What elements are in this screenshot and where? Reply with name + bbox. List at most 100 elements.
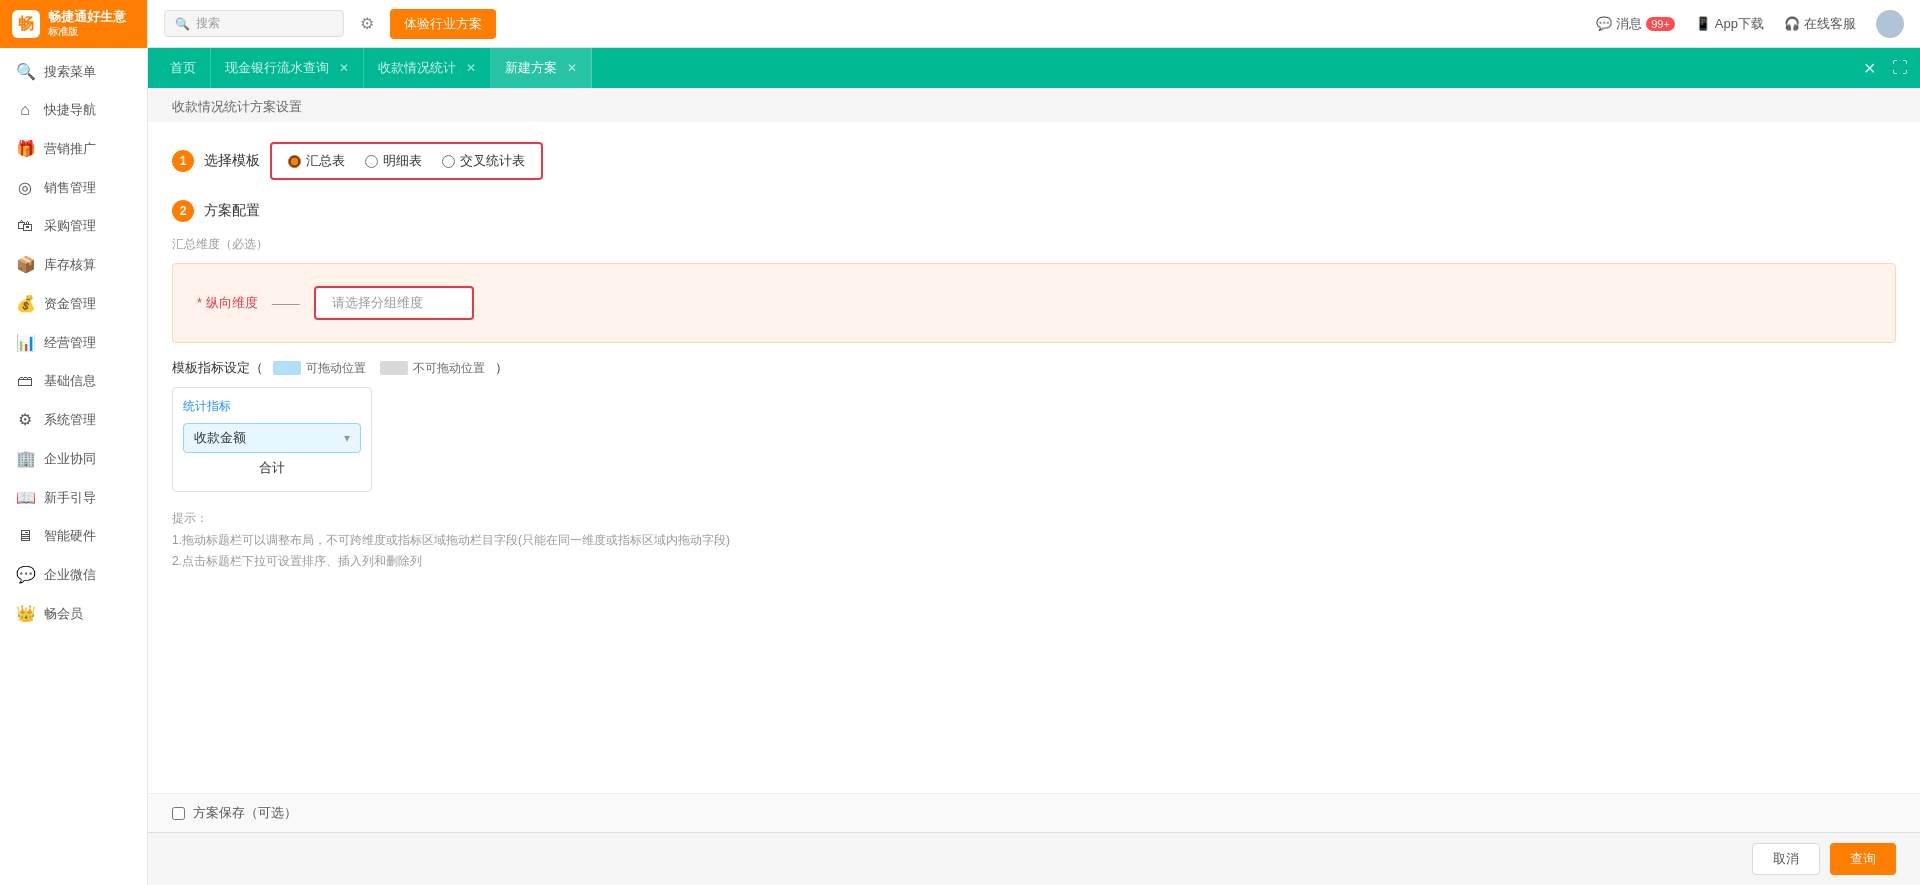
sidebar-item-hardware[interactable]: 🖥 智能硬件 xyxy=(0,517,147,555)
tab-close-all-button[interactable]: ✕ xyxy=(1859,55,1880,82)
dimension-arrow: —— xyxy=(272,295,300,311)
sidebar-item-search-menu[interactable]: 🔍 搜索菜单 xyxy=(0,52,147,91)
tab-collection-stat[interactable]: 收款情况统计 ✕ xyxy=(364,48,491,88)
page-content: 1 选择模板 汇总表 明细表 交叉统计表 xyxy=(148,122,1920,793)
legend-not-draggable: 不可拖动位置 xyxy=(380,360,485,377)
metrics-header-title: 模板指标设定（ xyxy=(172,359,263,377)
hardware-icon: 🖥 xyxy=(16,527,34,545)
step1-header: 1 选择模板 汇总表 明细表 交叉统计表 xyxy=(172,142,1896,180)
sidebar-item-purchase[interactable]: 🛍 采购管理 xyxy=(0,207,147,245)
enterprise-icon: 🏢 xyxy=(16,449,34,468)
save-label: 方案保存（可选） xyxy=(193,804,297,822)
app-download-icon: 📱 xyxy=(1695,16,1711,31)
save-option: 方案保存（可选） xyxy=(148,793,1920,832)
basic-info-icon: 🗃 xyxy=(16,372,34,390)
operation-icon: 📊 xyxy=(16,333,34,352)
dimension-input[interactable]: 请选择分组维度 xyxy=(314,286,474,320)
metrics-section: 模板指标设定（ 可拖动位置 不可拖动位置 ） xyxy=(172,359,1896,492)
drag-legend-box xyxy=(273,361,301,375)
sidebar-item-guide[interactable]: 📖 新手引导 xyxy=(0,478,147,517)
message-badge: 99+ xyxy=(1646,17,1675,31)
template-radio-detail[interactable] xyxy=(365,155,378,168)
vertical-dimension-label: * 纵向维度 xyxy=(197,294,258,312)
sidebar-item-sales[interactable]: ◎ 销售管理 xyxy=(0,168,147,207)
sidebar: 畅 畅捷通好生意 标准版 🔍 搜索菜单 ⌂ 快捷导航 🎁 营销推广 ◎ 销售管理… xyxy=(0,0,148,885)
step2-section: 2 方案配置 汇总维度（必选） * 纵向维度 —— 请选择分组维度 xyxy=(172,200,1896,573)
member-icon: 👑 xyxy=(16,604,34,623)
settings-icon[interactable]: ⚙ xyxy=(360,14,374,33)
query-button[interactable]: 查询 xyxy=(1830,843,1896,875)
logo-icon: 畅 xyxy=(12,10,40,38)
metric-subtotal: 合计 xyxy=(183,455,361,481)
search-box[interactable]: 🔍 搜索 xyxy=(164,10,344,37)
template-option-cross[interactable]: 交叉统计表 xyxy=(442,152,525,170)
service-button[interactable]: 🎧 在线客服 xyxy=(1784,15,1856,33)
user-avatar[interactable] xyxy=(1876,10,1904,38)
template-options-group: 汇总表 明细表 交叉统计表 xyxy=(270,142,543,180)
app-download-button[interactable]: 📱 App下载 xyxy=(1695,15,1764,33)
dimension-row: * 纵向维度 —— 请选择分组维度 xyxy=(197,286,474,320)
trial-button[interactable]: 体验行业方案 xyxy=(390,9,496,39)
metric-chip-collection[interactable]: 收款金额 ▾ xyxy=(183,423,361,453)
step1-title: 选择模板 xyxy=(204,152,260,170)
legend-draggable: 可拖动位置 xyxy=(273,360,366,377)
sidebar-item-inventory[interactable]: 📦 库存核算 xyxy=(0,245,147,284)
sidebar-item-operation[interactable]: 📊 经营管理 xyxy=(0,323,147,362)
save-checkbox[interactable] xyxy=(172,807,185,820)
sidebar-item-quick-nav[interactable]: ⌂ 快捷导航 xyxy=(0,91,147,129)
dimension-label: 汇总维度（必选） xyxy=(172,236,1896,253)
content-area: 收款情况统计方案设置 1 选择模板 汇总表 明细表 xyxy=(148,88,1920,885)
quick-nav-icon: ⌂ xyxy=(16,101,34,119)
logo-text: 畅捷通好生意 标准版 xyxy=(48,9,126,39)
search-placeholder: 搜索 xyxy=(196,15,220,32)
tab-close-collection-stat[interactable]: ✕ xyxy=(466,61,476,75)
metric-chevron-icon: ▾ xyxy=(344,431,350,445)
sidebar-item-member[interactable]: 👑 畅会员 xyxy=(0,594,147,633)
sidebar-item-finance[interactable]: 💰 资金管理 xyxy=(0,284,147,323)
step2-number: 2 xyxy=(172,200,194,222)
tabbar: 首页 现金银行流水查询 ✕ 收款情况统计 ✕ 新建方案 ✕ ✕ ⛶ xyxy=(148,48,1920,88)
footer: 取消 查询 xyxy=(148,832,1920,885)
tab-close-new-plan[interactable]: ✕ xyxy=(567,61,577,75)
system-icon: ⚙ xyxy=(16,410,34,429)
step1-section: 1 选择模板 汇总表 明细表 交叉统计表 xyxy=(172,142,1896,180)
message-button[interactable]: 💬 消息 99+ xyxy=(1596,15,1675,33)
sidebar-item-basic-info[interactable]: 🗃 基础信息 xyxy=(0,362,147,400)
tab-bank-flow[interactable]: 现金银行流水查询 ✕ xyxy=(211,48,364,88)
metrics-legend: 可拖动位置 不可拖动位置 xyxy=(273,360,485,377)
purchase-icon: 🛍 xyxy=(16,217,34,235)
topbar-right: 💬 消息 99+ 📱 App下载 🎧 在线客服 xyxy=(1596,10,1904,38)
metrics-area: 统计指标 收款金额 ▾ 合计 xyxy=(172,387,372,492)
sidebar-item-marketing[interactable]: 🎁 营销推广 xyxy=(0,129,147,168)
tab-new-plan[interactable]: 新建方案 ✕ xyxy=(491,48,592,88)
step2-title: 方案配置 xyxy=(204,202,260,220)
sidebar-item-wechat[interactable]: 💬 企业微信 xyxy=(0,555,147,594)
service-icon: 🎧 xyxy=(1784,16,1800,31)
cancel-button[interactable]: 取消 xyxy=(1752,843,1820,875)
tabbar-actions: ✕ ⛶ xyxy=(1859,55,1912,82)
dimension-area: * 纵向维度 —— 请选择分组维度 xyxy=(172,263,1896,343)
template-option-summary[interactable]: 汇总表 xyxy=(288,152,345,170)
topbar: 🔍 搜索 ⚙ 体验行业方案 💬 消息 99+ 📱 App下载 🎧 在线客服 xyxy=(148,0,1920,48)
inventory-icon: 📦 xyxy=(16,255,34,274)
sidebar-item-enterprise[interactable]: 🏢 企业协同 xyxy=(0,439,147,478)
finance-icon: 💰 xyxy=(16,294,34,313)
tab-home[interactable]: 首页 xyxy=(156,48,211,88)
nodrag-legend-box xyxy=(380,361,408,375)
template-radio-summary[interactable] xyxy=(288,155,301,168)
search-icon: 🔍 xyxy=(175,17,190,31)
hint-line-1: 1.拖动标题栏可以调整布局，不可跨维度或指标区域拖动栏目字段(只能在同一维度或指… xyxy=(172,530,1896,552)
page-header: 收款情况统计方案设置 xyxy=(148,88,1920,122)
hint-line-2: 2.点击标题栏下拉可设置排序、插入列和删除列 xyxy=(172,551,1896,573)
template-radio-cross[interactable] xyxy=(442,155,455,168)
message-icon: 💬 xyxy=(1596,16,1612,31)
sales-icon: ◎ xyxy=(16,178,34,197)
template-option-detail[interactable]: 明细表 xyxy=(365,152,422,170)
tab-expand-button[interactable]: ⛶ xyxy=(1888,55,1912,81)
sidebar-item-system[interactable]: ⚙ 系统管理 xyxy=(0,400,147,439)
metrics-setting-header: 模板指标设定（ 可拖动位置 不可拖动位置 ） xyxy=(172,359,1896,377)
guide-icon: 📖 xyxy=(16,488,34,507)
step1-number: 1 xyxy=(172,150,194,172)
tab-close-bank-flow[interactable]: ✕ xyxy=(339,61,349,75)
metrics-header-suffix: ） xyxy=(495,359,508,377)
